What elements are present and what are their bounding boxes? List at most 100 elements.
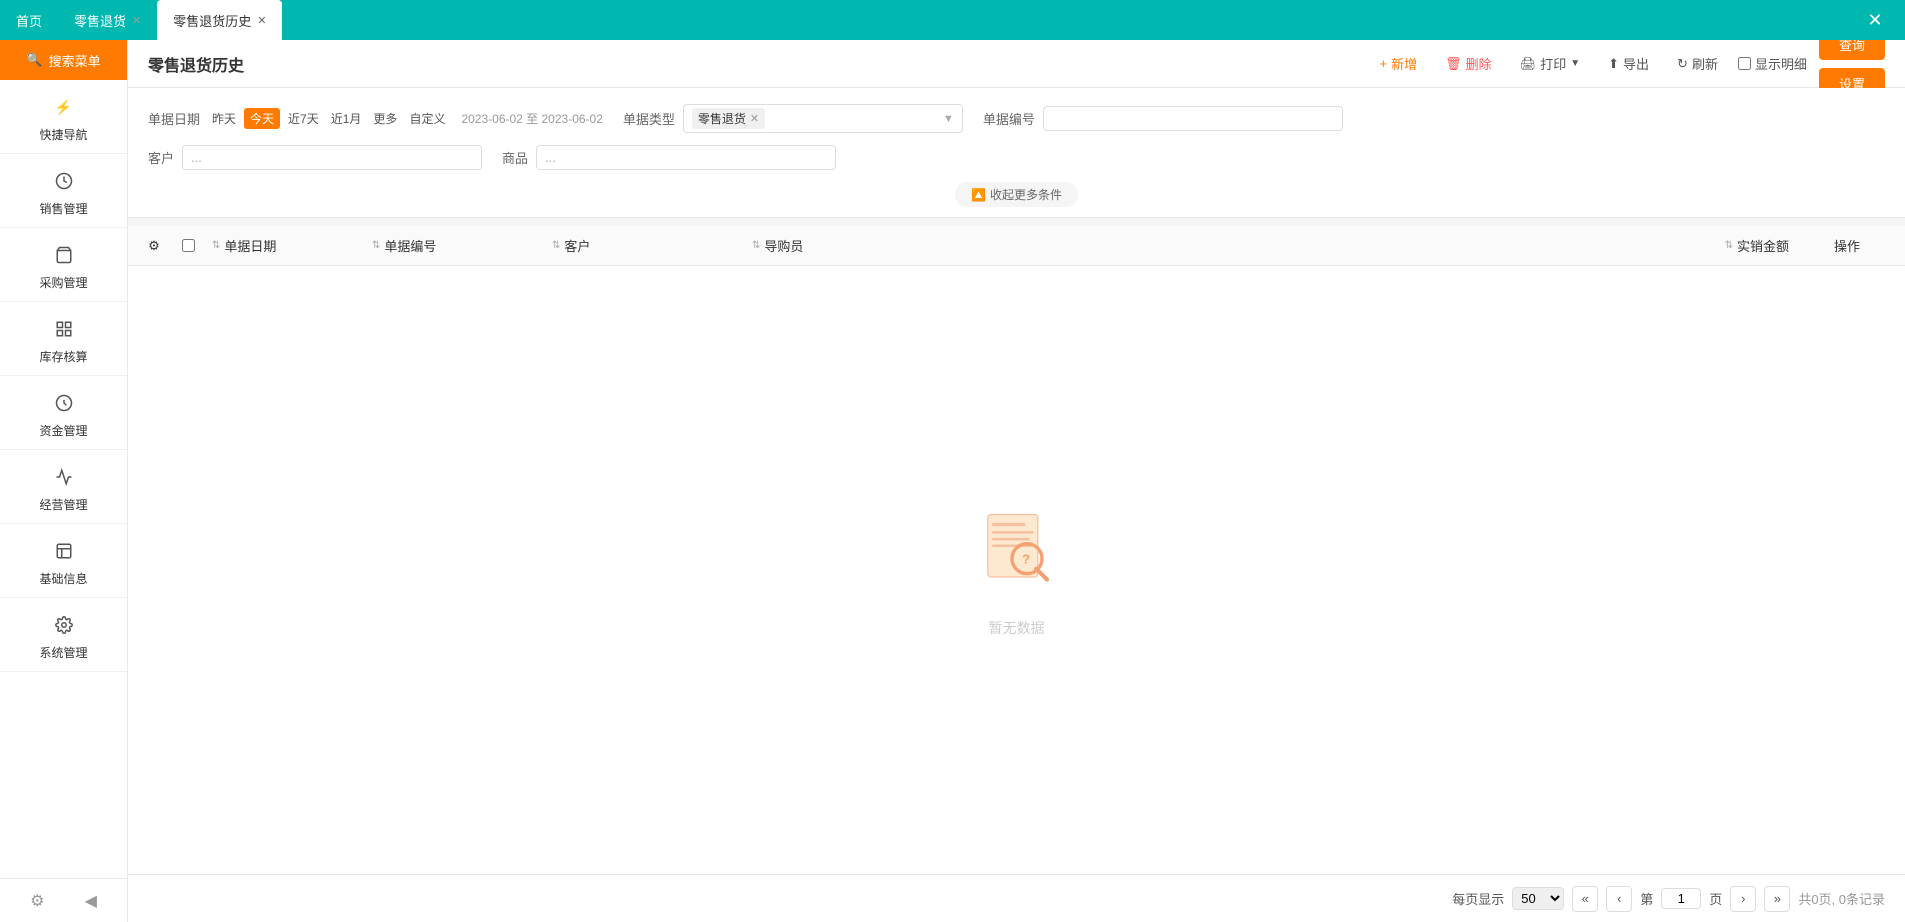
page-title: 零售退货历史: [148, 52, 244, 76]
sidebar-collapse-button[interactable]: ◀: [85, 891, 97, 911]
table-settings-icon[interactable]: ⚙: [136, 238, 172, 254]
new-label: 新增: [1391, 54, 1417, 73]
th-guide[interactable]: ⇅ 导购员: [744, 236, 924, 255]
doc-type-select-arrow: ▼: [943, 113, 954, 125]
th-action-label: 操作: [1834, 236, 1860, 255]
collapse-row: 🔼 收起更多条件: [148, 182, 1885, 207]
filter-row-2: 客户 ... 商品 ...: [148, 145, 1885, 170]
display-detail-checkbox[interactable]: 显示明细: [1738, 54, 1807, 73]
doc-type-label: 单据类型: [623, 109, 675, 128]
page-label: 第: [1640, 889, 1653, 908]
tab-retail-return-history-label: 零售退货历史: [173, 11, 251, 30]
display-detail-input[interactable]: [1738, 57, 1751, 70]
display-detail-label: 显示明细: [1755, 54, 1807, 73]
date-opt-today[interactable]: 今天: [244, 108, 280, 129]
finance-icon: [51, 390, 77, 416]
sidebar-item-purchase[interactable]: 采购管理: [0, 228, 127, 302]
sort-icon-number: ⇅: [372, 240, 380, 251]
goods-input[interactable]: ...: [536, 145, 836, 170]
th-customer-label: 客户: [564, 236, 590, 255]
print-label: 打印: [1540, 54, 1566, 73]
date-opt-1month[interactable]: 近1月: [327, 108, 366, 129]
tab-home-label: 首页: [16, 11, 42, 30]
th-amount[interactable]: ⇅ 实销金额: [924, 236, 1797, 255]
tab-retail-return-history-close[interactable]: ✕: [257, 14, 266, 27]
query-button[interactable]: 查询: [1819, 40, 1885, 60]
sidebar-item-system[interactable]: 系统管理: [0, 598, 127, 672]
date-options: 昨天 今天 近7天 近1月 更多 自定义: [208, 108, 449, 129]
sidebar-search-label: 搜索菜单: [49, 51, 101, 70]
sort-icon-guide: ⇅: [752, 240, 760, 251]
page-number-input[interactable]: [1661, 888, 1701, 909]
refresh-button[interactable]: ↻ 刷新: [1669, 50, 1726, 77]
sidebar-item-quick-nav[interactable]: ⚡ 快捷导航: [0, 80, 127, 154]
date-opt-more[interactable]: 更多: [369, 108, 401, 129]
collapse-button[interactable]: 🔼 收起更多条件: [955, 182, 1078, 207]
th-doc-number-label: 单据编号: [384, 236, 436, 255]
sidebar-item-inventory-label: 库存核算: [39, 348, 87, 365]
filter-area: 单据日期 昨天 今天 近7天 近1月 更多 自定义 2023-06-02 至 2…: [128, 88, 1905, 218]
tab-retail-return-history[interactable]: 零售退货历史 ✕: [157, 0, 282, 40]
refresh-label: 刷新: [1692, 54, 1718, 73]
sidebar-item-basic-info[interactable]: 基础信息: [0, 524, 127, 598]
sidebar-item-finance[interactable]: 资金管理: [0, 376, 127, 450]
sidebar-item-operations[interactable]: 经营管理: [0, 450, 127, 524]
gear-icon: ⚙: [148, 238, 160, 254]
sort-icon-customer: ⇅: [552, 240, 560, 251]
print-dropdown-icon: ▼: [1570, 58, 1580, 69]
purchase-icon: [51, 242, 77, 268]
filter-doc-type: 单据类型 零售退货 ✕ ▼: [623, 104, 963, 133]
export-button[interactable]: ⬆ 导出: [1600, 50, 1657, 77]
tab-retail-return[interactable]: 零售退货 ✕: [58, 0, 157, 40]
top-bar-right: ✕: [1861, 6, 1905, 34]
basic-info-icon: [51, 538, 77, 564]
tab-list: 首页 零售退货 ✕ 零售退货历史 ✕: [0, 0, 1861, 40]
goods-label: 商品: [502, 148, 528, 167]
prev-page-button[interactable]: ‹: [1606, 886, 1632, 912]
th-doc-number[interactable]: ⇅ 单据编号: [364, 236, 544, 255]
doc-type-tag-close[interactable]: ✕: [750, 112, 759, 125]
sidebar: 🔍 搜索菜单 ⚡ 快捷导航 销售管理 采购管理: [0, 40, 128, 922]
page-unit: 页: [1709, 889, 1722, 908]
date-opt-7days[interactable]: 近7天: [284, 108, 323, 129]
date-opt-custom[interactable]: 自定义: [405, 108, 449, 129]
customer-input[interactable]: ...: [182, 145, 482, 170]
sidebar-settings-button[interactable]: ⚙: [30, 891, 44, 911]
per-page-select[interactable]: 20 50 100: [1512, 887, 1564, 910]
tab-home[interactable]: 首页: [0, 0, 58, 40]
date-range-text: 2023-06-02 至 2023-06-02: [461, 110, 602, 127]
doc-number-input[interactable]: [1043, 106, 1343, 131]
first-page-button[interactable]: «: [1572, 886, 1598, 912]
doc-type-tag: 零售退货 ✕: [692, 108, 765, 129]
next-page-button[interactable]: ›: [1730, 886, 1756, 912]
main-layout: 🔍 搜索菜单 ⚡ 快捷导航 销售管理 采购管理: [0, 40, 1905, 922]
sidebar-item-sales[interactable]: 销售管理: [0, 154, 127, 228]
sidebar-item-sales-label: 销售管理: [39, 200, 87, 217]
new-icon: +: [1380, 56, 1388, 71]
empty-text: 暂无数据: [989, 618, 1045, 638]
pagination-bar: 每页显示 20 50 100 « ‹ 第 页 › » 共0页, 0条记录: [128, 874, 1905, 922]
select-all-checkbox[interactable]: [182, 239, 195, 252]
th-doc-date[interactable]: ⇅ 单据日期: [204, 236, 364, 255]
tab-retail-return-close[interactable]: ✕: [132, 14, 141, 27]
print-button[interactable]: 🖨 打印 ▼: [1512, 50, 1588, 77]
sidebar-search[interactable]: 🔍 搜索菜单: [0, 40, 127, 80]
date-opt-yesterday[interactable]: 昨天: [208, 108, 240, 129]
sidebar-item-purchase-label: 采购管理: [39, 274, 87, 291]
sidebar-item-operations-label: 经营管理: [39, 496, 87, 513]
th-amount-label: 实销金额: [1737, 236, 1789, 255]
doc-type-select[interactable]: 零售退货 ✕ ▼: [683, 104, 963, 133]
sidebar-item-basic-info-label: 基础信息: [39, 570, 87, 587]
top-close-button[interactable]: ✕: [1861, 6, 1889, 34]
page-title-bar: 零售退货历史 + 新增 🗑 删除 🖨 打印 ▼ ⬆ 导出: [128, 40, 1905, 88]
sidebar-item-finance-label: 资金管理: [39, 422, 87, 439]
delete-button[interactable]: 🗑 删除: [1437, 50, 1500, 77]
doc-type-tag-label: 零售退货: [698, 110, 746, 127]
table-checkbox-all[interactable]: [172, 239, 204, 252]
new-button[interactable]: + 新增: [1372, 50, 1426, 77]
th-customer[interactable]: ⇅ 客户: [544, 236, 744, 255]
th-guide-label: 导购员: [764, 236, 803, 255]
sidebar-item-inventory[interactable]: 库存核算: [0, 302, 127, 376]
last-page-button[interactable]: »: [1764, 886, 1790, 912]
operations-icon: [51, 464, 77, 490]
